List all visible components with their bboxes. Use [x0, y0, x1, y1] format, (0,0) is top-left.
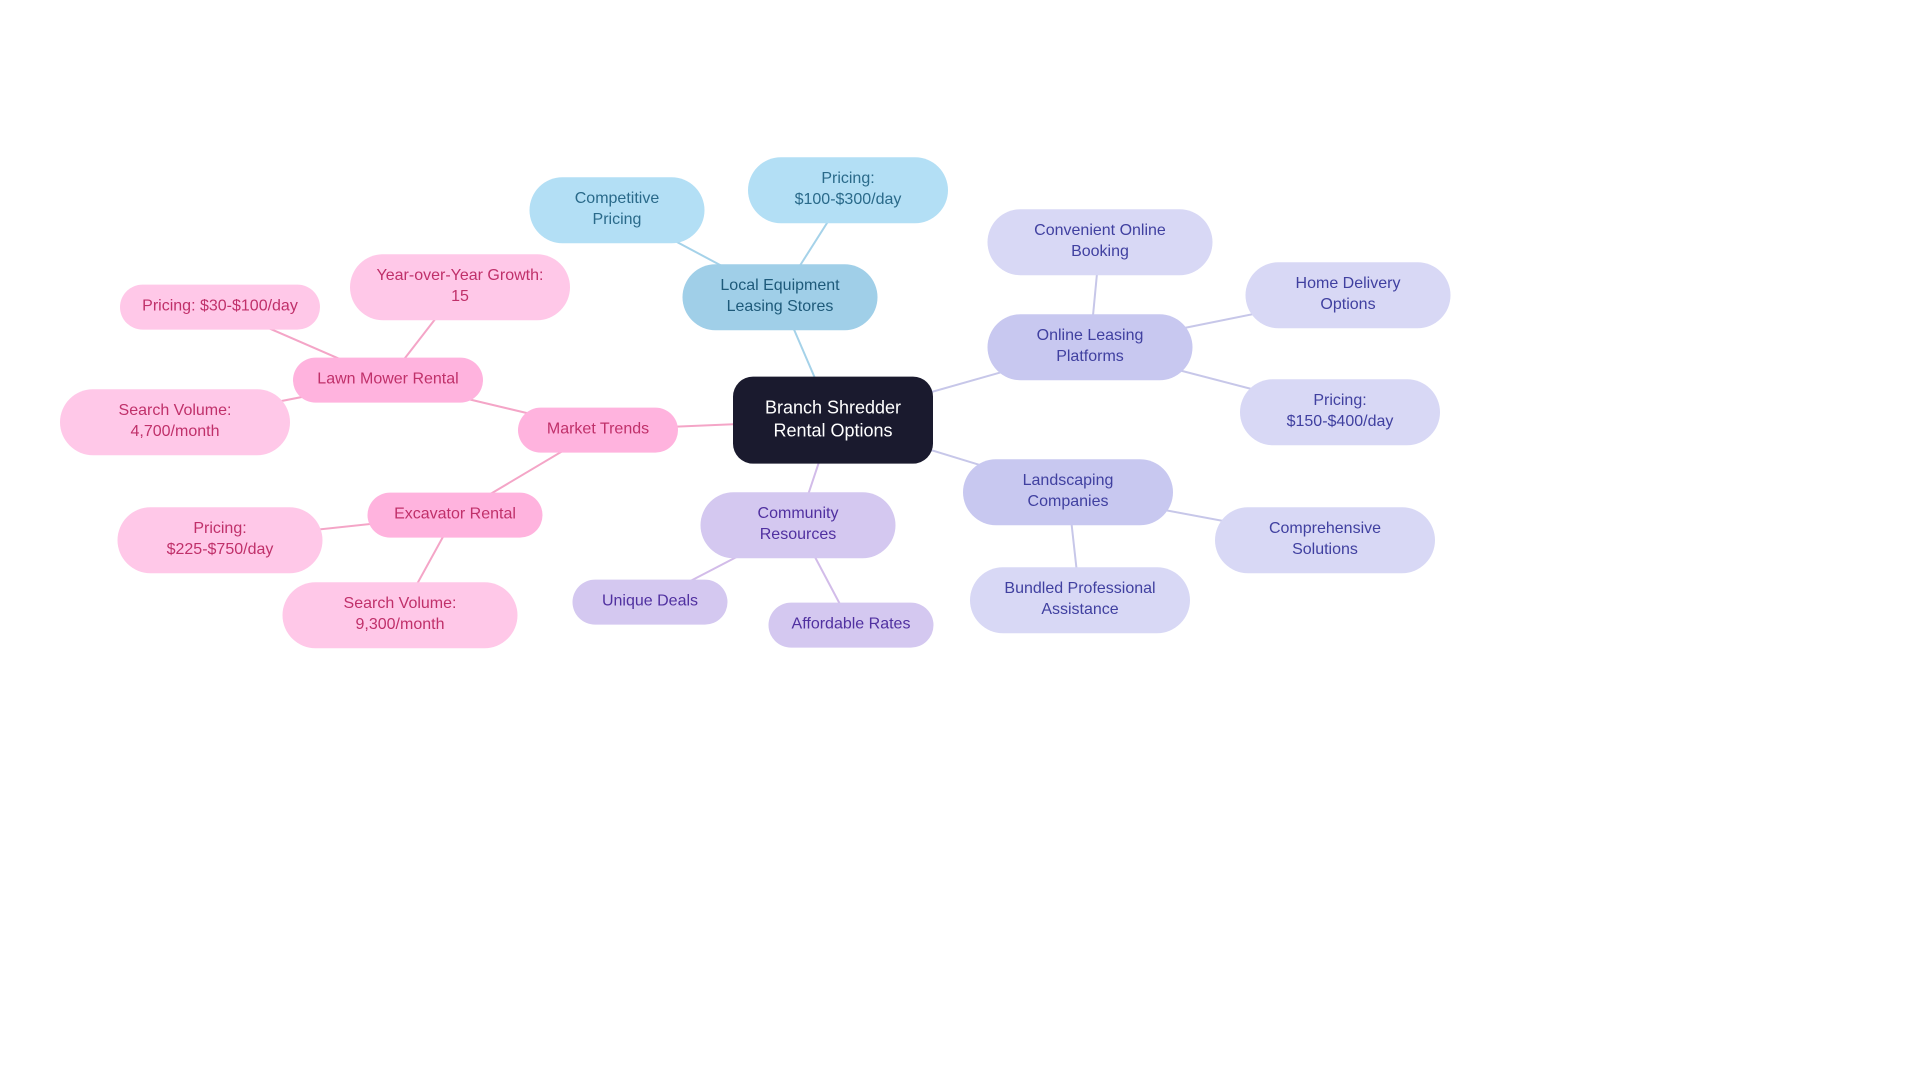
node-comprehensive: Comprehensive Solutions [1215, 507, 1435, 573]
node-excavator: Excavator Rental [368, 493, 543, 538]
mindmap-container: Branch Shredder Rental Options Market Tre… [0, 0, 1920, 1083]
node-bundled: Bundled Professional Assistance [970, 567, 1190, 633]
node-online-platforms: Online Leasing Platforms [988, 314, 1193, 380]
node-landscaping: Landscaping Companies [963, 459, 1173, 525]
node-yoy-growth: Year-over-Year Growth: 15 [350, 254, 570, 320]
node-pricing-lawn: Pricing: $30-$100/day [120, 285, 320, 330]
node-pricing-local: Pricing: $100-$300/day [748, 157, 948, 223]
node-pricing-online: Pricing: $150-$400/day [1240, 379, 1440, 445]
center-node: Branch Shredder Rental Options [733, 377, 933, 464]
node-community: Community Resources [701, 492, 896, 558]
node-affordable: Affordable Rates [769, 603, 934, 648]
node-unique-deals: Unique Deals [573, 580, 728, 625]
node-home-delivery: Home Delivery Options [1246, 262, 1451, 328]
node-market-trends: Market Trends [518, 408, 678, 453]
node-pricing-exc: Pricing: $225-$750/day [118, 507, 323, 573]
node-convenient-booking: Convenient Online Booking [988, 209, 1213, 275]
node-competitive: Competitive Pricing [530, 177, 705, 243]
node-lawn-mower: Lawn Mower Rental [293, 358, 483, 403]
node-search-lawn: Search Volume: 4,700/month [60, 389, 290, 455]
node-search-exc: Search Volume: 9,300/month [283, 582, 518, 648]
node-local-stores: Local Equipment Leasing Stores [683, 264, 878, 330]
